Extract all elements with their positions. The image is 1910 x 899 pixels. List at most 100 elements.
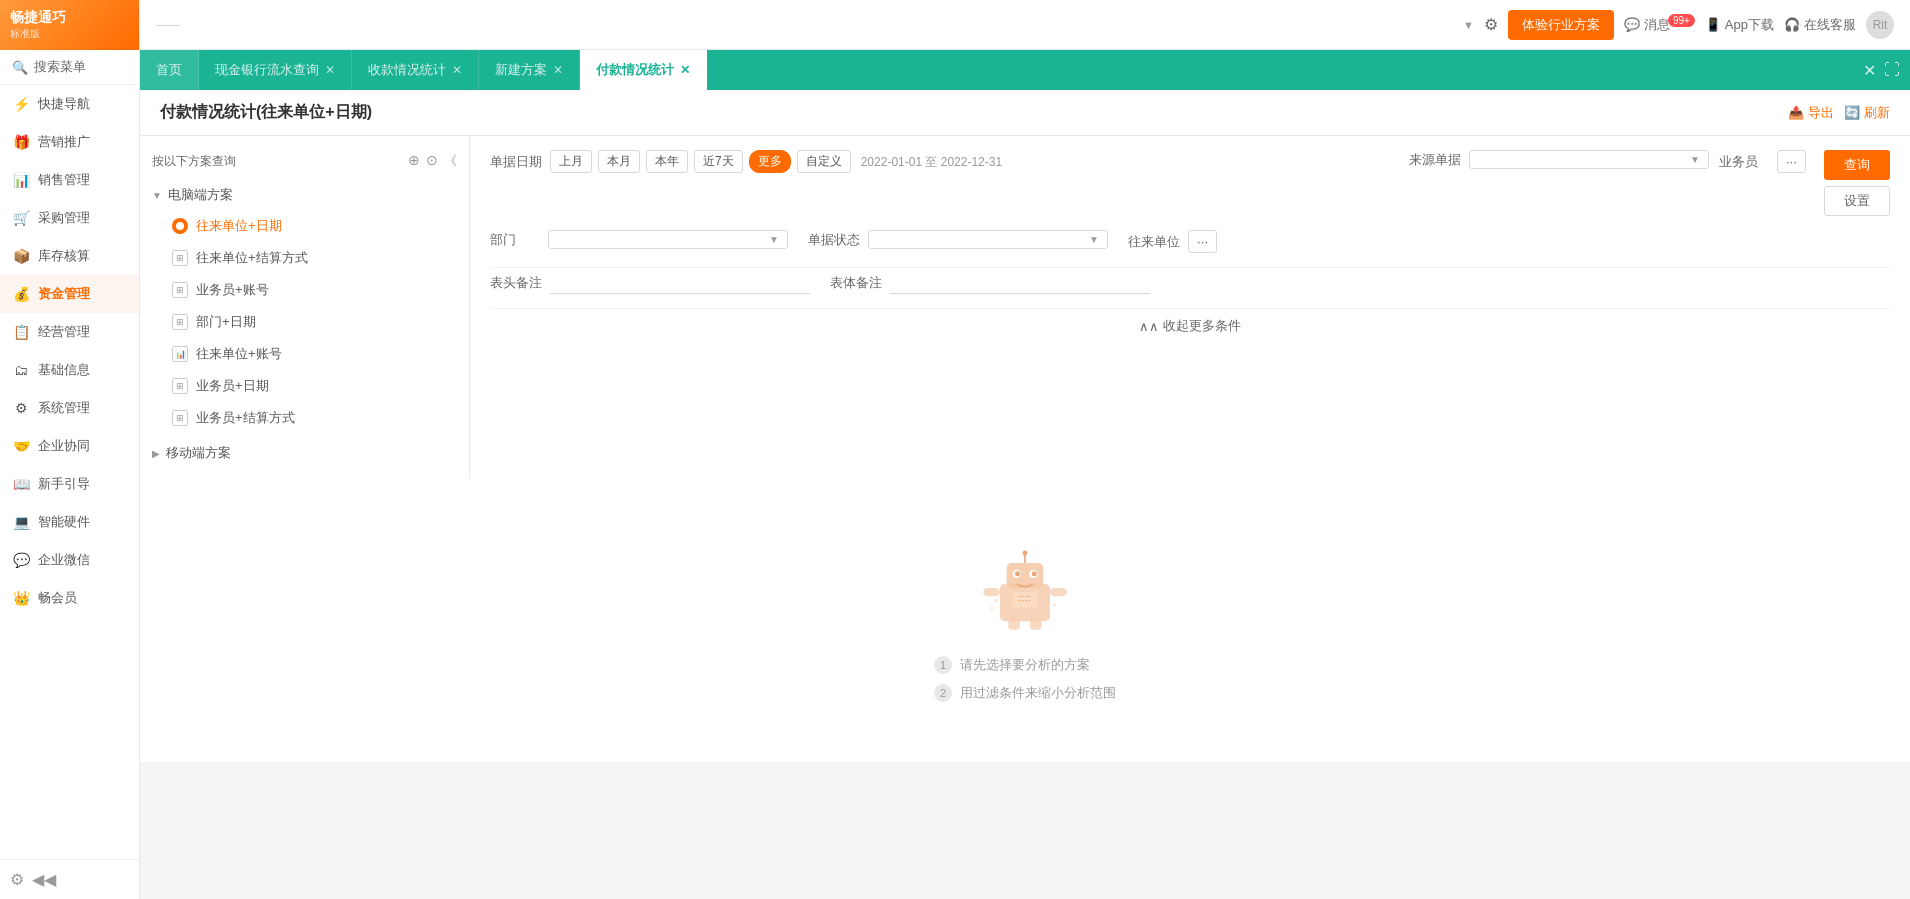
- sidebar-item-operations[interactable]: 📋 经营管理: [0, 313, 139, 351]
- sidebar-item-purchase[interactable]: 🛒 采购管理: [0, 199, 139, 237]
- staff-ellipsis-btn[interactable]: ···: [1777, 150, 1806, 173]
- export-label: 导出: [1808, 104, 1834, 122]
- tab-new-scheme-close[interactable]: ✕: [553, 63, 563, 77]
- search-menu[interactable]: 🔍 搜索菜单: [0, 50, 139, 85]
- scheme-collapse-icon[interactable]: 《: [444, 152, 457, 170]
- sidebar-item-guide[interactable]: 📖 新手引导: [0, 465, 139, 503]
- sidebar-footer: ⚙ ◀◀: [0, 859, 139, 899]
- scheme-settings-icon[interactable]: ⊙: [426, 152, 438, 170]
- close-all-tabs-icon[interactable]: ✕: [1863, 61, 1876, 80]
- online-service-btn[interactable]: 🎧 在线客服: [1784, 16, 1856, 34]
- collapse-more-btn[interactable]: ∧∧ 收起更多条件: [490, 308, 1890, 343]
- tab-bank-flow-close[interactable]: ✕: [325, 63, 335, 77]
- guide-icon: 📖: [12, 475, 30, 493]
- query-btn[interactable]: 查询: [1824, 150, 1890, 180]
- tab-payment-stats[interactable]: 付款情况统计 ✕: [580, 50, 707, 90]
- scheme-item-label: 往来单位+结算方式: [196, 249, 308, 267]
- sidebar-item-sales[interactable]: 📊 销售管理: [0, 161, 139, 199]
- user-avatar[interactable]: Rit: [1866, 11, 1894, 39]
- source-select[interactable]: ▼: [1469, 150, 1709, 169]
- footer-settings-icon[interactable]: ⚙: [10, 870, 24, 889]
- topbar-dropdown[interactable]: ▼: [1463, 19, 1474, 31]
- scheme-item-unit-date[interactable]: 往来单位+日期: [140, 210, 469, 242]
- sidebar-item-funds[interactable]: 💰 资金管理: [0, 275, 139, 313]
- dept-select[interactable]: ▼: [548, 230, 788, 249]
- scheme-item-icon-unit-account: 📊: [172, 346, 188, 362]
- mobile-group-arrow: ▶: [152, 448, 160, 459]
- tab-payment-stats-label: 付款情况统计: [596, 61, 674, 79]
- tab-bank-flow[interactable]: 现金银行流水查询 ✕: [199, 50, 352, 90]
- online-service-label: 在线客服: [1804, 16, 1856, 34]
- export-btn[interactable]: 📤 导出: [1788, 104, 1834, 122]
- date-btn-this-year[interactable]: 本年: [646, 150, 688, 173]
- scheme-item-staff-settle[interactable]: ⊞ 业务员+结算方式: [140, 402, 469, 434]
- filter-field-staff: 业务员 ···: [1719, 150, 1806, 173]
- sidebar-item-enterprise[interactable]: 🤝 企业协同: [0, 427, 139, 465]
- sidebar-item-member[interactable]: 👑 畅会员: [0, 579, 139, 617]
- scheme-item-staff-account[interactable]: ⊞ 业务员+账号: [140, 274, 469, 306]
- date-range-display: 2022-01-01 至 2022-12-31: [861, 154, 1002, 171]
- sidebar: 畅捷通巧 标准版 🔍 搜索菜单 ⚡ 快捷导航 🎁 营销推广 📊 销售管理 🛒 采…: [0, 0, 140, 899]
- sidebar-item-basic-info[interactable]: 🗂 基础信息: [0, 351, 139, 389]
- date-btn-more[interactable]: 更多: [749, 150, 791, 173]
- scheme-item-unit-settle[interactable]: ⊞ 往来单位+结算方式: [140, 242, 469, 274]
- refresh-btn[interactable]: 🔄 刷新: [1844, 104, 1890, 122]
- header-note-input[interactable]: [550, 272, 810, 294]
- scheme-item-unit-account[interactable]: 📊 往来单位+账号: [140, 338, 469, 370]
- footer-collapse-icon[interactable]: ◀◀: [32, 870, 56, 889]
- header-note-label: 表头备注: [490, 274, 542, 292]
- desktop-group-header[interactable]: ▼ 电脑端方案: [140, 180, 469, 210]
- sidebar-item-wechat[interactable]: 💬 企业微信: [0, 541, 139, 579]
- settings-btn[interactable]: 设置: [1824, 186, 1890, 216]
- sidebar-item-system[interactable]: ⚙ 系统管理: [0, 389, 139, 427]
- sidebar-item-label: 资金管理: [38, 285, 90, 303]
- scheme-item-dept-date[interactable]: ⊞ 部门+日期: [140, 306, 469, 338]
- tab-home[interactable]: 首页: [140, 50, 199, 90]
- expand-icon[interactable]: ⛶: [1884, 61, 1900, 79]
- app-download-btn[interactable]: 📱 App下载: [1705, 16, 1774, 34]
- date-btn-custom[interactable]: 自定义: [797, 150, 851, 173]
- date-btn-7days[interactable]: 近7天: [694, 150, 743, 173]
- svg-point-0: [176, 222, 184, 230]
- scheme-item-icon-unit-date: [172, 218, 188, 234]
- message-btn[interactable]: 💬 消息 99+: [1624, 16, 1695, 34]
- sidebar-item-marketing[interactable]: 🎁 营销推广: [0, 123, 139, 161]
- sidebar-item-quick-nav[interactable]: ⚡ 快捷导航: [0, 85, 139, 123]
- add-scheme-icon[interactable]: ⊕: [408, 152, 420, 170]
- topbar: —— ▼ ⚙ 体验行业方案 💬 消息 99+ 📱 App下载 🎧 在线客服 Ri…: [140, 0, 1910, 50]
- unit-ellipsis-btn[interactable]: ···: [1188, 230, 1217, 253]
- svg-point-16: [994, 599, 997, 602]
- enterprise-icon: 🤝: [12, 437, 30, 455]
- doc-status-select[interactable]: ▼: [868, 230, 1108, 249]
- dept-label: 部门: [490, 231, 540, 249]
- svg-rect-11: [1008, 620, 1020, 630]
- scheme-header: 按以下方案查询 ⊕ ⊙ 《: [140, 146, 469, 176]
- hint-number-1: 1: [934, 656, 952, 674]
- tab-new-scheme[interactable]: 新建方案 ✕: [479, 50, 580, 90]
- sidebar-item-inventory[interactable]: 📦 库存核算: [0, 237, 139, 275]
- date-options: 上月 本月 本年 近7天 更多 自定义 2022-01-01 至 2022-12…: [550, 150, 1002, 173]
- tab-income-stats[interactable]: 收款情况统计 ✕: [352, 50, 479, 90]
- mobile-group-header[interactable]: ▶ 移动端方案: [140, 438, 469, 468]
- topbar-settings-icon[interactable]: ⚙: [1484, 15, 1498, 34]
- tab-income-stats-close[interactable]: ✕: [452, 63, 462, 77]
- sidebar-item-label: 智能硬件: [38, 513, 90, 531]
- sidebar-item-hardware[interactable]: 💻 智能硬件: [0, 503, 139, 541]
- date-btn-this-month[interactable]: 本月: [598, 150, 640, 173]
- date-btn-last-month[interactable]: 上月: [550, 150, 592, 173]
- trial-btn[interactable]: 体验行业方案: [1508, 10, 1614, 40]
- scheme-panel: 按以下方案查询 ⊕ ⊙ 《 ▼ 电脑端方案: [140, 136, 470, 478]
- tab-payment-stats-close[interactable]: ✕: [680, 63, 690, 77]
- svg-rect-13: [1013, 592, 1038, 607]
- sidebar-item-label: 快捷导航: [38, 95, 90, 113]
- filter-field-header-note: 表头备注: [490, 272, 810, 294]
- scheme-item-staff-date[interactable]: ⊞ 业务员+日期: [140, 370, 469, 402]
- collapse-arrow-icon: ∧∧: [1139, 319, 1159, 334]
- body-note-input[interactable]: [890, 272, 1150, 294]
- filter-field-body-note: 表体备注: [830, 272, 1150, 294]
- svg-rect-9: [983, 588, 1000, 596]
- scheme-item-icon-unit-settle: ⊞: [172, 250, 188, 266]
- sidebar-item-label: 系统管理: [38, 399, 90, 417]
- scheme-item-label: 业务员+账号: [196, 281, 269, 299]
- page-content: 付款情况统计(往来单位+日期) 📤 导出 🔄 刷新 按以下方案查询 ⊕: [140, 90, 1910, 899]
